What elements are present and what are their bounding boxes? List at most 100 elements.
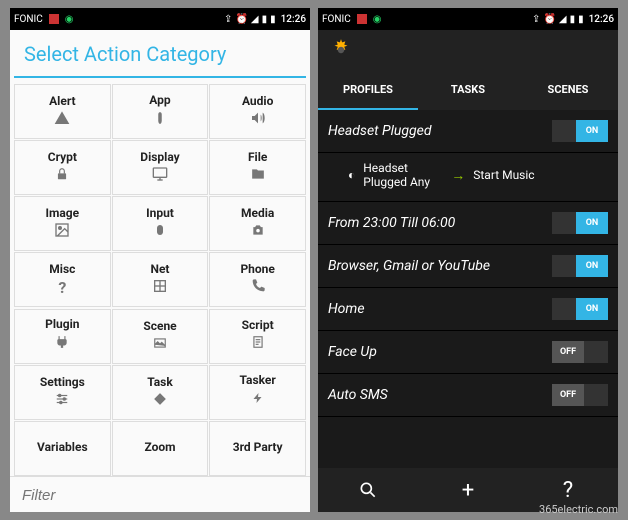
status-bar: FONIC ◉ ⇪ ⏰ ◢ ▮ ▮ 12:26 bbox=[318, 8, 618, 30]
category-misc[interactable]: Misc? bbox=[14, 252, 111, 307]
profile-name: Home bbox=[328, 301, 552, 317]
category-label: Plugin bbox=[45, 317, 79, 331]
profile-toggle[interactable]: ON bbox=[552, 120, 608, 142]
category-input[interactable]: Input bbox=[112, 196, 209, 251]
alarm-icon: ⏰ bbox=[543, 14, 555, 25]
category-label: Input bbox=[146, 206, 174, 220]
wifi-icon: ◢ bbox=[559, 14, 567, 25]
phone-left: FONIC ◉ ⇪ ⏰ ◢ ▮ ▮ 12:26 Select Action Ca… bbox=[10, 8, 310, 512]
profile-row[interactable]: Headset PluggedON bbox=[318, 110, 618, 153]
app-header bbox=[318, 30, 618, 70]
sliders-icon bbox=[54, 391, 70, 410]
category-audio[interactable]: Audio bbox=[209, 84, 306, 139]
profile-name: From 23:00 Till 06:00 bbox=[328, 215, 552, 231]
whatsapp-icon: ◉ bbox=[65, 14, 74, 25]
category-label: Net bbox=[150, 262, 169, 276]
toggle-label: ON bbox=[576, 120, 608, 142]
alert-icon bbox=[54, 110, 70, 130]
category-task[interactable]: Task bbox=[112, 365, 209, 420]
category-phone[interactable]: Phone bbox=[209, 252, 306, 307]
category-label: Phone bbox=[240, 262, 274, 276]
category-label: File bbox=[248, 150, 267, 164]
category-3rd-party[interactable]: 3rd Party bbox=[209, 421, 306, 476]
category-variables[interactable]: Variables bbox=[14, 421, 111, 476]
app-icon bbox=[153, 109, 167, 131]
lock-icon bbox=[55, 166, 69, 186]
clock-time: 12:26 bbox=[589, 14, 614, 25]
search-button[interactable] bbox=[318, 468, 418, 512]
battery-icon: ▮ bbox=[578, 14, 584, 25]
profile-row[interactable]: From 23:00 Till 06:00 ON bbox=[318, 202, 618, 245]
wifi-icon: ◢ bbox=[251, 14, 259, 25]
category-zoom[interactable]: Zoom bbox=[112, 421, 209, 476]
category-script[interactable]: Script bbox=[209, 309, 306, 364]
profile-row[interactable]: Browser, Gmail or YouTubeON bbox=[318, 245, 618, 288]
toggle-label: ON bbox=[576, 212, 608, 234]
profiles-list: Headset PluggedON ◐ Headset Plugged Any → St… bbox=[318, 110, 618, 468]
bolt-icon bbox=[252, 389, 264, 411]
category-label: Media bbox=[241, 206, 274, 220]
category-label: 3rd Party bbox=[233, 440, 283, 454]
tab-tasks[interactable]: TASKS bbox=[418, 70, 518, 110]
folder-icon bbox=[249, 166, 267, 185]
profile-row[interactable]: Face UpOFF bbox=[318, 331, 618, 374]
scene-icon bbox=[152, 335, 168, 354]
category-tasker[interactable]: Tasker bbox=[209, 365, 306, 420]
category-alert[interactable]: Alert bbox=[14, 84, 111, 139]
filter-input[interactable] bbox=[22, 487, 298, 504]
category-crypt[interactable]: Crypt bbox=[14, 140, 111, 195]
context-label: Headset Plugged Any bbox=[363, 161, 443, 189]
tab-scenes[interactable]: SCENES bbox=[518, 70, 618, 110]
category-label: Crypt bbox=[48, 150, 77, 164]
context-icon: ◐ bbox=[348, 168, 355, 182]
category-grid: Alert App Audio Crypt Display File Image Input M… bbox=[10, 84, 310, 476]
arrow-icon: → bbox=[451, 167, 465, 184]
task-icon bbox=[153, 391, 167, 410]
signal-icon: ▮ bbox=[570, 14, 576, 25]
tab-profiles[interactable]: PROFILES bbox=[318, 70, 418, 110]
profile-toggle[interactable]: ON bbox=[552, 298, 608, 320]
profile-toggle[interactable]: OFF bbox=[552, 384, 608, 406]
carrier-label: FONIC bbox=[322, 14, 351, 25]
battery-icon: ▮ bbox=[270, 14, 276, 25]
category-file[interactable]: File bbox=[209, 140, 306, 195]
tasker-logo-icon bbox=[328, 37, 354, 63]
mouse-icon bbox=[154, 222, 166, 242]
image-icon bbox=[54, 222, 70, 242]
category-display[interactable]: Display bbox=[112, 140, 209, 195]
category-label: Audio bbox=[242, 94, 273, 108]
category-label: Settings bbox=[40, 375, 85, 389]
profile-toggle[interactable]: ON bbox=[552, 255, 608, 277]
category-image[interactable]: Image bbox=[14, 196, 111, 251]
category-label: Script bbox=[242, 318, 274, 332]
category-label: Zoom bbox=[144, 440, 175, 454]
category-scene[interactable]: Scene bbox=[112, 309, 209, 364]
plug-icon bbox=[55, 333, 69, 355]
task-label: Start Music bbox=[473, 168, 534, 182]
category-label: Display bbox=[140, 150, 179, 164]
category-label: Variables bbox=[37, 440, 88, 454]
dialog-title: Select Action Category bbox=[10, 30, 310, 76]
profile-row[interactable]: HomeON bbox=[318, 288, 618, 331]
category-label: Scene bbox=[143, 319, 176, 333]
category-label: Task bbox=[147, 375, 173, 389]
audio-icon bbox=[250, 110, 266, 130]
clock-time: 12:26 bbox=[281, 14, 306, 25]
share-icon: ⇪ bbox=[224, 14, 232, 25]
record-icon bbox=[49, 14, 59, 24]
record-icon bbox=[357, 14, 367, 24]
category-plugin[interactable]: Plugin bbox=[14, 309, 111, 364]
camera-icon bbox=[249, 222, 267, 241]
profile-row[interactable]: Auto SMSOFF bbox=[318, 374, 618, 417]
add-button[interactable]: + bbox=[418, 468, 518, 512]
profile-toggle[interactable]: OFF bbox=[552, 341, 608, 363]
category-media[interactable]: Media bbox=[209, 196, 306, 251]
category-label: Alert bbox=[49, 94, 75, 108]
profile-toggle[interactable]: ON bbox=[552, 212, 608, 234]
category-settings[interactable]: Settings bbox=[14, 365, 111, 420]
profile-name: Auto SMS bbox=[328, 387, 552, 403]
profile-detail[interactable]: ◐ Headset Plugged Any → Start Music bbox=[318, 153, 618, 202]
category-net[interactable]: Net bbox=[112, 252, 209, 307]
script-icon bbox=[251, 334, 265, 354]
category-app[interactable]: App bbox=[112, 84, 209, 139]
